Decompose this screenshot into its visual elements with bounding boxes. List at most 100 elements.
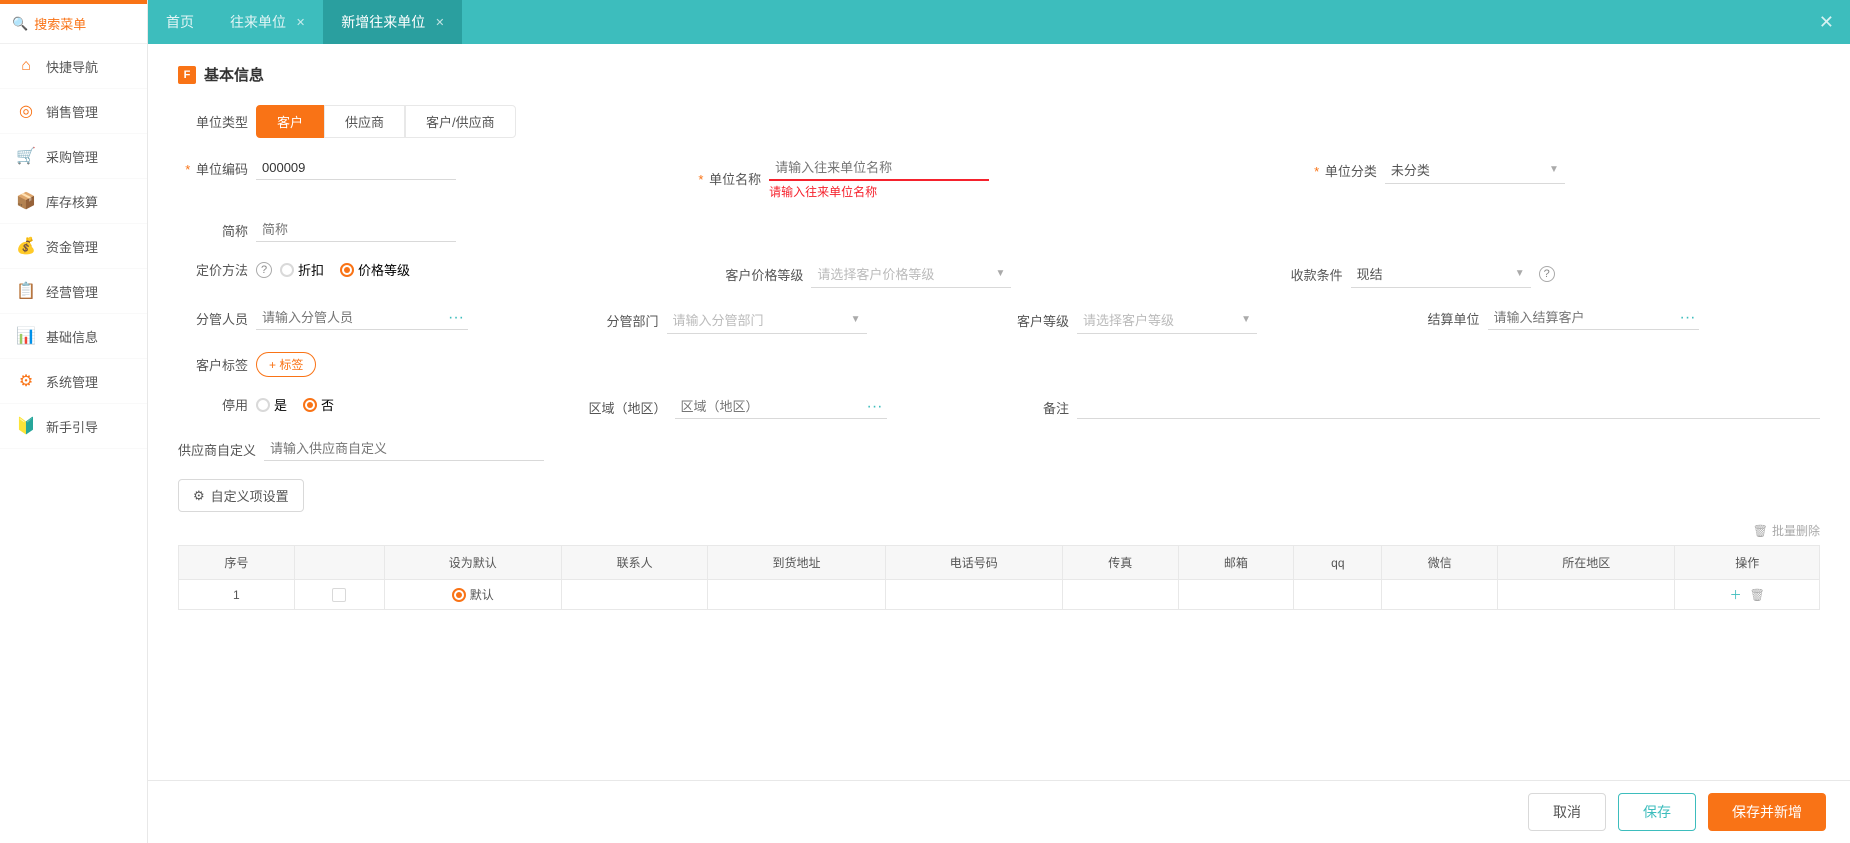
customer-price-level-arrow: ▼ (989, 268, 1011, 279)
row-region[interactable] (1498, 580, 1675, 610)
settlement-unit-input[interactable] (1488, 306, 1676, 329)
remark-group: 备注 (999, 395, 1820, 419)
payment-terms-help-icon[interactable]: ? (1539, 266, 1555, 282)
sidebar-item-system[interactable]: ⚙ 系统管理 (0, 359, 147, 404)
payment-terms-select[interactable]: 现结 ▼ (1351, 260, 1531, 288)
search-icon: 🔍 (12, 16, 28, 32)
sidebar-item-label: 采购管理 (46, 147, 98, 166)
row-address[interactable] (708, 580, 885, 610)
save-button[interactable]: 保存 (1618, 793, 1696, 831)
row-fax[interactable] (1062, 580, 1178, 610)
disabled-yes-radio[interactable]: 是 (256, 395, 287, 414)
sidebar-item-sales[interactable]: ◎ 销售管理 (0, 89, 147, 134)
add-tag-button[interactable]: + 标签 (256, 352, 316, 377)
tab-units[interactable]: 往来单位 ✕ (212, 0, 323, 44)
row-checkbox-cell (294, 580, 384, 610)
department-group: 分管部门 请输入分管部门 ▼ (589, 306, 1000, 334)
unit-category-arrow: ▼ (1543, 164, 1565, 175)
manager-label: 分管人员 (178, 309, 248, 328)
col-checkbox (294, 546, 384, 580)
unit-name-input[interactable] (769, 156, 989, 181)
pricing-radio-group: 折扣 价格等级 (280, 260, 410, 279)
customer-price-level-placeholder: 请选择客户价格等级 (811, 260, 989, 287)
sidebar-item-newbie[interactable]: 🔰 新手引导 (0, 404, 147, 449)
disabled-no-label: 否 (321, 395, 334, 414)
row-checkbox[interactable] (332, 588, 346, 602)
row-qq[interactable] (1294, 580, 1382, 610)
disabled-no-radio[interactable]: 否 (303, 395, 334, 414)
col-default: 设为默认 (384, 546, 561, 580)
unit-btn-supplier[interactable]: 供应商 (324, 105, 405, 138)
batch-delete-button[interactable]: 🗑 批量删除 (1753, 522, 1820, 539)
settlement-more-button[interactable]: ··· (1676, 309, 1700, 327)
department-select[interactable]: 请输入分管部门 ▼ (667, 306, 867, 334)
tab-units-close-icon[interactable]: ✕ (296, 16, 305, 29)
sidebar-item-basic-info[interactable]: 📊 基础信息 (0, 314, 147, 359)
region-more-button[interactable]: ··· (863, 398, 887, 416)
pricing-help-icon[interactable]: ? (256, 262, 272, 278)
tab-new-unit-label: 新增往来单位 (341, 12, 425, 32)
row-phone[interactable] (885, 580, 1062, 610)
cancel-button[interactable]: 取消 (1528, 793, 1606, 831)
unit-btn-both[interactable]: 客户/供应商 (405, 105, 516, 138)
search-menu-label: 搜索菜单 (34, 14, 86, 33)
tab-new-unit[interactable]: 新增往来单位 ✕ (323, 0, 462, 44)
main-area: 首页 往来单位 ✕ 新增往来单位 ✕ ✕ F 基本信息 单位类型 客户 供应商 (148, 0, 1850, 843)
required-star-category: * (1314, 164, 1319, 179)
col-wechat: 微信 (1382, 546, 1498, 580)
tab-units-label: 往来单位 (230, 12, 286, 32)
customer-tag-label: 客户标签 (178, 355, 248, 374)
remark-input[interactable] (1077, 395, 1820, 419)
custom-settings-button[interactable]: ⚙ 自定义项设置 (178, 479, 304, 512)
row-default-radio[interactable] (452, 588, 466, 602)
tab-new-unit-close-icon[interactable]: ✕ (435, 16, 444, 29)
operations-icon: 📋 (16, 281, 36, 301)
unit-code-label: * 单位编码 (178, 159, 248, 178)
region-label: 区域（地区） (589, 398, 667, 417)
unit-btn-customer[interactable]: 客户 (256, 105, 324, 138)
col-action: 操作 (1675, 546, 1820, 580)
customer-level-select[interactable]: 请选择客户等级 ▼ (1077, 306, 1257, 334)
pricing-discount-radio[interactable]: 折扣 (280, 260, 324, 279)
sidebar-item-operations[interactable]: 📋 经营管理 (0, 269, 147, 314)
sidebar-item-purchase[interactable]: 🛒 采购管理 (0, 134, 147, 179)
supplier-custom-input[interactable] (264, 437, 544, 461)
unit-category-label: * 单位分类 (1307, 161, 1377, 180)
tab-home[interactable]: 首页 (148, 0, 212, 44)
batch-delete-label: 批量删除 (1772, 522, 1820, 539)
settlement-unit-group: 结算单位 ··· (1410, 306, 1821, 330)
row-wechat[interactable] (1382, 580, 1498, 610)
table-header-row: 序号 设为默认 联系人 到货地址 电话号码 传真 邮箱 qq 微信 所在地区 操… (179, 546, 1820, 580)
region-input[interactable] (675, 395, 863, 418)
row-email[interactable] (1178, 580, 1294, 610)
sidebar-item-quick-nav[interactable]: ⌂ 快捷导航 (0, 44, 147, 89)
search-menu-item[interactable]: 🔍 搜索菜单 (0, 4, 147, 44)
remark-label: 备注 (999, 398, 1069, 417)
disabled-label: 停用 (178, 395, 248, 414)
unit-type-group: 单位类型 客户 供应商 客户/供应商 (178, 105, 1820, 138)
payment-terms-arrow: ▼ (1509, 268, 1531, 279)
close-all-tabs-button[interactable]: ✕ (1803, 12, 1850, 33)
sidebar-item-label: 新手引导 (46, 417, 98, 436)
short-name-input[interactable] (256, 218, 456, 242)
sidebar-item-finance[interactable]: 💰 资金管理 (0, 224, 147, 269)
row-add-icon[interactable]: ＋ (1730, 586, 1742, 603)
region-input-wrapper: ··· (675, 395, 887, 419)
manager-input-wrapper: ··· (256, 306, 468, 330)
unit-code-input[interactable] (256, 156, 456, 180)
manager-more-button[interactable]: ··· (444, 309, 468, 327)
customer-tag-row: 客户标签 + 标签 (178, 352, 1820, 377)
row-delete-icon[interactable]: 🗑 (1750, 588, 1765, 602)
customer-price-level-group: 客户价格等级 请选择客户价格等级 ▼ (725, 260, 1272, 288)
manager-input[interactable] (256, 306, 444, 329)
customer-level-group: 客户等级 请选择客户等级 ▼ (999, 306, 1410, 334)
payment-terms-group: 收款条件 现结 ▼ ? (1273, 260, 1820, 288)
pricing-level-radio[interactable]: 价格等级 (340, 260, 410, 279)
sidebar-item-inventory[interactable]: 📦 库存核算 (0, 179, 147, 224)
table-actions: 🗑 批量删除 (178, 522, 1820, 539)
sales-icon: ◎ (16, 101, 36, 121)
unit-category-select[interactable]: 未分类 ▼ (1385, 156, 1565, 184)
save-and-new-button[interactable]: 保存并新增 (1708, 793, 1826, 831)
customer-price-level-select[interactable]: 请选择客户价格等级 ▼ (811, 260, 1011, 288)
row-contact[interactable] (561, 580, 707, 610)
